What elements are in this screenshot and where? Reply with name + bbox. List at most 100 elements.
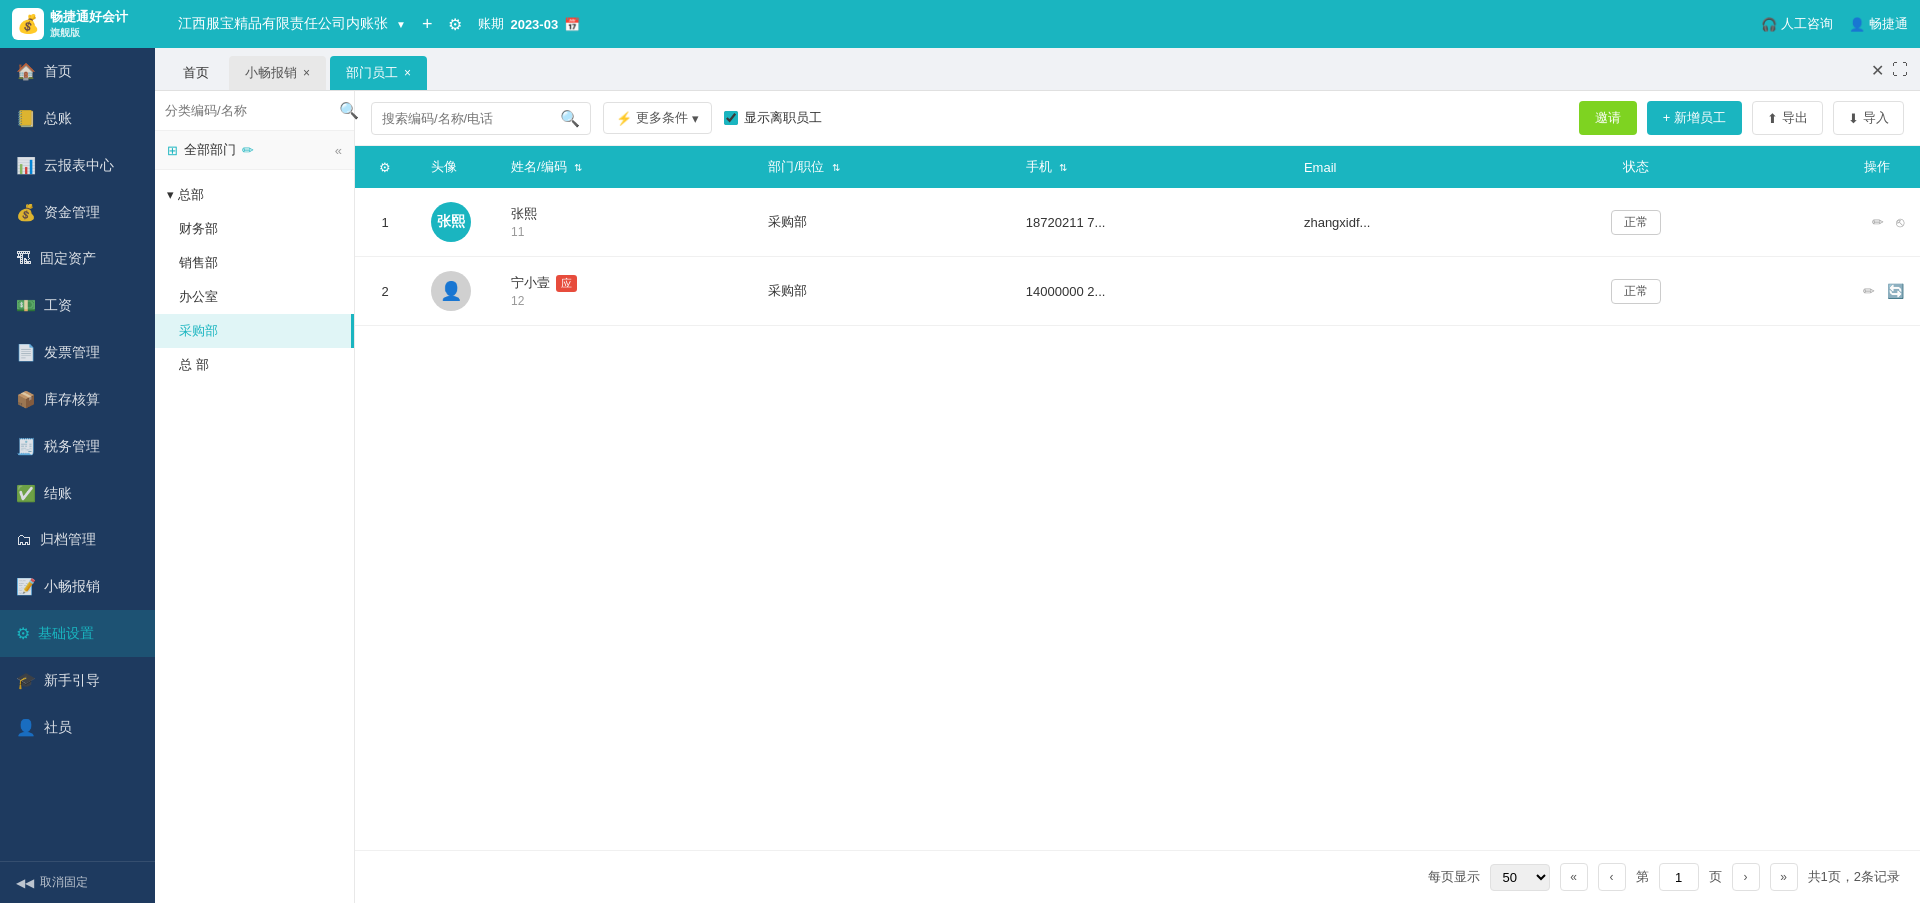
close-dept-tab[interactable]: × (404, 66, 411, 80)
member-icon: 👤 (16, 718, 36, 737)
refresh-btn-2[interactable]: 🔄 (1887, 283, 1904, 299)
invite-btn[interactable]: 邀请 (1579, 101, 1637, 135)
sidebar-item-guide[interactable]: 🎓 新手引导 (0, 657, 155, 704)
row2-no: 2 (355, 257, 415, 326)
employee-table-container: ⚙ 头像 姓名/编码 ⇅ 部门/职位 ⇅ (355, 146, 1920, 850)
close-window-btn[interactable]: ✕ (1871, 61, 1884, 80)
add-employee-btn[interactable]: + 新增员工 (1647, 101, 1742, 135)
col-avatar: 头像 (415, 146, 495, 188)
dept-sort-icon: ⇅ (832, 162, 840, 173)
last-page-btn[interactable]: » (1770, 863, 1798, 891)
sidebar-item-ledger[interactable]: 📒 总账 (0, 95, 155, 142)
edit-dept-icon[interactable]: ✏ (242, 142, 254, 158)
sidebar-item-home[interactable]: 🏠 首页 (0, 48, 155, 95)
row1-status: 正常 (1534, 188, 1738, 257)
guide-icon: 🎓 (16, 671, 36, 690)
page-suffix: 页 (1709, 868, 1722, 886)
dept-search-box[interactable]: 🔍 (155, 91, 354, 131)
col-name[interactable]: 姓名/编码 ⇅ (495, 146, 752, 188)
dept-node-head[interactable]: ▾ 总部 (155, 178, 354, 212)
per-page-select[interactable]: 50 10 20 100 (1490, 864, 1550, 891)
sidebar-item-inventory[interactable]: 📦 库存核算 (0, 376, 155, 423)
collapse-btn[interactable]: « (335, 143, 342, 158)
tabs-bar: 首页 小畅报销 × 部门员工 × ✕ ⛶ (155, 48, 1920, 91)
table-row: 1 张熙 张熙 11 (355, 188, 1920, 257)
sidebar-item-basic[interactable]: ⚙ 基础设置 (0, 610, 155, 657)
row2-status: 正常 (1534, 257, 1738, 326)
sidebar: 🏠 首页 📒 总账 📊 云报表中心 💰 资金管理 🏗 固定资产 💵 工资 📄 发… (0, 48, 155, 903)
edit-btn-1[interactable]: ✏ (1872, 214, 1884, 230)
top-bar-right: 🎧 人工咨询 👤 畅捷通 (1761, 15, 1908, 33)
sidebar-item-tax[interactable]: 🧾 税务管理 (0, 423, 155, 470)
company-dropdown-icon: ▼ (396, 19, 406, 30)
col-actions: 操作 (1738, 146, 1920, 188)
dept-search-input[interactable] (165, 103, 333, 118)
employee-search-input[interactable] (382, 111, 554, 126)
dept-node-purchase[interactable]: 采购部 (155, 314, 354, 348)
import-icon: ⬇ (1848, 111, 1859, 126)
unpin-btn[interactable]: ◀◀ 取消固定 (0, 861, 155, 903)
logo-sub: 旗舰版 (50, 26, 128, 40)
edit-btn-2[interactable]: ✏ (1863, 283, 1875, 299)
sidebar-item-expense[interactable]: 📝 小畅报销 (0, 563, 155, 610)
top-bar: 💰 畅捷通好会计 旗舰版 江西服宝精品有限责任公司内账张 ▼ + ⚙ 账期 20… (0, 0, 1920, 48)
pagination: 每页显示 50 10 20 100 « ‹ 第 页 › » 共1页，2条记录 (355, 850, 1920, 903)
company-name[interactable]: 江西服宝精品有限责任公司内账张 ▼ (178, 15, 406, 33)
settlement-icon: ✅ (16, 484, 36, 503)
row2-phone: 14000000 2... (1010, 257, 1288, 326)
col-dept[interactable]: 部门/职位 ⇅ (752, 146, 1009, 188)
calendar-icon: 📅 (564, 17, 580, 32)
dept-node-finance[interactable]: 财务部 (155, 212, 354, 246)
top-bar-center: 江西服宝精品有限责任公司内账张 ▼ + ⚙ 账期 2023-03 📅 (178, 14, 1761, 35)
close-expense-tab[interactable]: × (303, 66, 310, 80)
import-btn[interactable]: ⬇ 导入 (1833, 101, 1904, 135)
filter-dropdown-icon: ▾ (692, 111, 699, 126)
filter-btn[interactable]: ⚡ 更多条件 ▾ (603, 102, 712, 134)
avatar-gray-2: 👤 (431, 271, 471, 311)
export-btn[interactable]: ⬆ 导出 (1752, 101, 1823, 135)
sidebar-item-reports[interactable]: 📊 云报表中心 (0, 142, 155, 189)
sidebar-item-assets[interactable]: 🏗 固定资产 (0, 236, 155, 282)
dept-node-sales[interactable]: 销售部 (155, 246, 354, 280)
col-email: Email (1288, 146, 1534, 188)
dept-node-general[interactable]: 总 部 (155, 348, 354, 382)
sidebar-item-member[interactable]: 👤 社员 (0, 704, 155, 751)
maximize-btn[interactable]: ⛶ (1892, 61, 1908, 79)
tab-home[interactable]: 首页 (167, 56, 225, 90)
avatar-circle-1: 张熙 (431, 202, 471, 242)
total-info: 共1页，2条记录 (1808, 868, 1900, 886)
all-dept-header[interactable]: ⊞ 全部部门 ✏ « (155, 131, 354, 170)
tab-expense[interactable]: 小畅报销 × (229, 56, 326, 90)
tag-ying-2: 应 (556, 275, 577, 292)
col-phone[interactable]: 手机 ⇅ (1010, 146, 1288, 188)
logout-btn-1[interactable]: ⎋ (1896, 214, 1904, 230)
ai-consult-btn[interactable]: 🎧 人工咨询 (1761, 15, 1833, 33)
sidebar-item-archive[interactable]: 🗂 归档管理 (0, 517, 155, 563)
dept-node-office[interactable]: 办公室 (155, 280, 354, 314)
settings-icon[interactable]: ⚙ (448, 15, 462, 34)
user-menu[interactable]: 👤 畅捷通 (1849, 15, 1908, 33)
employee-search-box[interactable]: 🔍 (371, 102, 591, 135)
user-avatar-icon: 👤 (1849, 17, 1865, 32)
period-selector[interactable]: 账期 2023-03 📅 (478, 15, 580, 33)
sidebar-item-fund[interactable]: 💰 资金管理 (0, 189, 155, 236)
expand-icon: ▾ (167, 187, 178, 202)
row2-dept: 采购部 (752, 257, 1009, 326)
add-company-btn[interactable]: + (422, 14, 433, 35)
show-resigned-checkbox-row[interactable]: 显示离职员工 (724, 109, 822, 127)
fund-icon: 💰 (16, 203, 36, 222)
show-resigned-checkbox[interactable] (724, 111, 738, 125)
sidebar-item-settlement[interactable]: ✅ 结账 (0, 470, 155, 517)
home-icon: 🏠 (16, 62, 36, 81)
row1-phone: 18720211 7... (1010, 188, 1288, 257)
page-input[interactable] (1659, 863, 1699, 891)
col-settings[interactable]: ⚙ (355, 146, 415, 188)
search-icon: 🔍 (560, 109, 580, 128)
prev-page-btn[interactable]: ‹ (1598, 863, 1626, 891)
sidebar-item-invoice[interactable]: 📄 发票管理 (0, 329, 155, 376)
tab-dept[interactable]: 部门员工 × (330, 56, 427, 90)
next-page-btn[interactable]: › (1732, 863, 1760, 891)
sidebar-item-salary[interactable]: 💵 工资 (0, 282, 155, 329)
first-page-btn[interactable]: « (1560, 863, 1588, 891)
invoice-icon: 📄 (16, 343, 36, 362)
